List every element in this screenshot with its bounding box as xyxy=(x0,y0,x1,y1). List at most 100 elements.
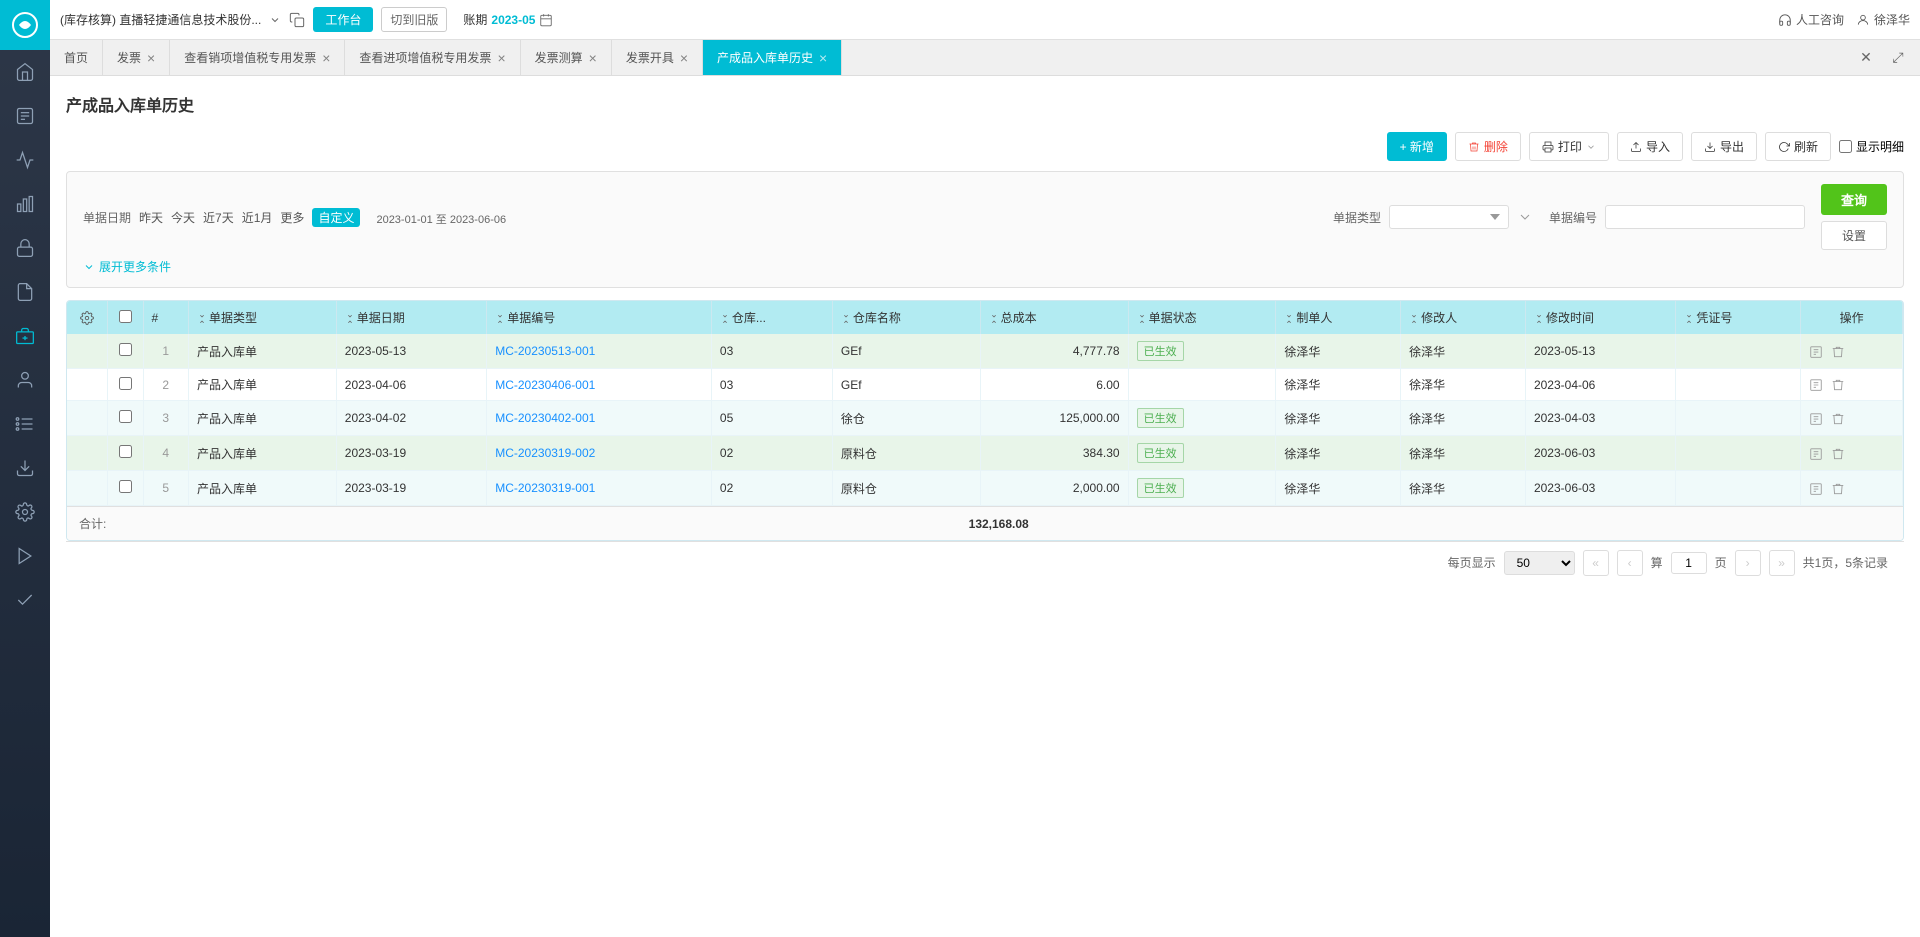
filter-number-input[interactable] xyxy=(1605,205,1805,229)
col-warehouse-name[interactable]: 仓库名称 xyxy=(832,301,980,334)
filter-type-select[interactable] xyxy=(1389,205,1509,229)
cell-checkbox[interactable] xyxy=(107,334,143,369)
col-type[interactable]: 单据类型 xyxy=(188,301,336,334)
cell-number[interactable]: MC-20230406-001 xyxy=(487,369,712,401)
select-all-checkbox[interactable] xyxy=(119,310,132,323)
filter-more[interactable]: 更多 xyxy=(280,209,304,226)
edit-icon[interactable] xyxy=(1809,480,1823,496)
table-row[interactable]: 2 产品入库单 2023-04-06 MC-20230406-001 03 GE… xyxy=(67,369,1903,401)
col-status[interactable]: 单据状态 xyxy=(1128,301,1276,334)
cell-checkbox[interactable] xyxy=(107,369,143,401)
filter-yesterday[interactable]: 昨天 xyxy=(139,209,163,226)
copy-icon[interactable] xyxy=(289,12,305,28)
user-info[interactable]: 徐泽华 xyxy=(1856,11,1910,28)
company-dropdown-icon[interactable] xyxy=(269,14,281,26)
filter-expand[interactable]: 展开更多条件 xyxy=(83,258,1887,275)
tab-purchase-vat-close[interactable]: × xyxy=(497,51,505,65)
col-checkbox[interactable] xyxy=(107,301,143,334)
user-service[interactable]: 人工咨询 xyxy=(1778,11,1844,28)
delete-button[interactable]: 删除 xyxy=(1455,132,1521,161)
edit-icon[interactable] xyxy=(1809,445,1823,461)
last-page-button[interactable]: » xyxy=(1769,550,1795,576)
sidebar-item-v[interactable] xyxy=(0,578,50,622)
sidebar-item-settings[interactable] xyxy=(0,490,50,534)
refresh-button[interactable]: 刷新 xyxy=(1765,132,1831,161)
delete-row-icon[interactable] xyxy=(1831,410,1845,426)
col-warehouse-code[interactable]: 仓库... xyxy=(711,301,832,334)
cell-checkbox[interactable] xyxy=(107,471,143,506)
old-version-button[interactable]: 切到旧版 xyxy=(381,7,447,32)
show-detail-toggle[interactable]: 显示明细 xyxy=(1839,132,1904,161)
tab-invoice[interactable]: 发票 × xyxy=(103,40,170,76)
col-voucher[interactable]: 凭证号 xyxy=(1676,301,1801,334)
cell-checkbox[interactable] xyxy=(107,401,143,436)
close-all-button[interactable]: ✕ xyxy=(1852,44,1880,72)
table-row[interactable]: 1 产品入库单 2023-05-13 MC-20230513-001 03 GE… xyxy=(67,334,1903,369)
filter-1month[interactable]: 近1月 xyxy=(242,209,273,226)
col-settings[interactable] xyxy=(67,301,107,334)
new-button[interactable]: + 新增 xyxy=(1387,132,1447,161)
sidebar-item-analytics[interactable] xyxy=(0,138,50,182)
page-input[interactable] xyxy=(1671,552,1707,574)
setting-button[interactable]: 设置 xyxy=(1821,221,1887,250)
edit-icon[interactable] xyxy=(1809,410,1823,426)
delete-row-icon[interactable] xyxy=(1831,343,1845,359)
col-total-cost[interactable]: 总成本 xyxy=(980,301,1128,334)
filter-custom[interactable]: 自定义 xyxy=(312,208,360,227)
delete-row-icon[interactable] xyxy=(1831,377,1845,393)
tab-product-inbound[interactable]: 产成品入库单历史 × xyxy=(703,40,842,76)
sidebar-item-docs[interactable] xyxy=(0,94,50,138)
tab-invoice-close[interactable]: × xyxy=(147,51,155,65)
col-modify-time[interactable]: 修改时间 xyxy=(1525,301,1675,334)
per-page-select[interactable]: 50 100 xyxy=(1504,551,1575,575)
sidebar-item-chart[interactable] xyxy=(0,182,50,226)
tab-sales-vat-close[interactable]: × xyxy=(322,51,330,65)
workbench-button[interactable]: 工作台 xyxy=(313,7,373,32)
cell-warehouse-code: 03 xyxy=(711,369,832,401)
edit-icon[interactable] xyxy=(1809,343,1823,359)
cell-number[interactable]: MC-20230513-001 xyxy=(487,334,712,369)
print-button[interactable]: 打印 xyxy=(1529,132,1609,161)
next-page-button[interactable]: › xyxy=(1735,550,1761,576)
delete-row-icon[interactable] xyxy=(1831,480,1845,496)
sidebar-item-home[interactable] xyxy=(0,50,50,94)
sidebar-item-play[interactable] xyxy=(0,534,50,578)
col-creator[interactable]: 制单人 xyxy=(1276,301,1401,334)
export-button[interactable]: 导出 xyxy=(1691,132,1757,161)
tab-home[interactable]: 首页 xyxy=(50,40,103,76)
table-row[interactable]: 4 产品入库单 2023-03-19 MC-20230319-002 02 原料… xyxy=(67,436,1903,471)
sidebar-item-list[interactable] xyxy=(0,402,50,446)
sidebar-item-download[interactable] xyxy=(0,446,50,490)
tab-sales-vat[interactable]: 查看销项增值税专用发票 × xyxy=(170,40,345,76)
sidebar-item-invoice[interactable] xyxy=(0,270,50,314)
first-page-button[interactable]: « xyxy=(1583,550,1609,576)
calendar-icon[interactable] xyxy=(539,13,553,27)
sidebar-item-warehouse[interactable] xyxy=(0,314,50,358)
cell-number[interactable]: MC-20230402-001 xyxy=(487,401,712,436)
edit-icon[interactable] xyxy=(1809,377,1823,393)
tab-product-inbound-close[interactable]: × xyxy=(819,51,827,65)
tab-invoice-open[interactable]: 发票开具 × xyxy=(612,40,703,76)
tab-invoice-open-close[interactable]: × xyxy=(680,51,688,65)
col-number[interactable]: 单据编号 xyxy=(487,301,712,334)
table-row[interactable]: 5 产品入库单 2023-03-19 MC-20230319-001 02 原料… xyxy=(67,471,1903,506)
delete-row-icon[interactable] xyxy=(1831,445,1845,461)
col-date[interactable]: 单据日期 xyxy=(336,301,486,334)
tab-invoice-calc-close[interactable]: × xyxy=(589,51,597,65)
cell-number[interactable]: MC-20230319-002 xyxy=(487,436,712,471)
show-detail-checkbox[interactable] xyxy=(1839,140,1852,153)
prev-page-button[interactable]: ‹ xyxy=(1617,550,1643,576)
search-button[interactable]: 查询 xyxy=(1821,184,1887,215)
sidebar-item-lock[interactable] xyxy=(0,226,50,270)
import-button[interactable]: 导入 xyxy=(1617,132,1683,161)
table-row[interactable]: 3 产品入库单 2023-04-02 MC-20230402-001 05 徐仓… xyxy=(67,401,1903,436)
filter-7days[interactable]: 近7天 xyxy=(203,209,234,226)
filter-today[interactable]: 今天 xyxy=(171,209,195,226)
cell-checkbox[interactable] xyxy=(107,436,143,471)
tab-purchase-vat[interactable]: 查看进项增值税专用发票 × xyxy=(345,40,520,76)
col-modifier[interactable]: 修改人 xyxy=(1401,301,1526,334)
maximize-button[interactable]: ⤢ xyxy=(1884,44,1912,72)
tab-invoice-calc[interactable]: 发票测算 × xyxy=(521,40,612,76)
cell-number[interactable]: MC-20230319-001 xyxy=(487,471,712,506)
sidebar-item-user[interactable] xyxy=(0,358,50,402)
